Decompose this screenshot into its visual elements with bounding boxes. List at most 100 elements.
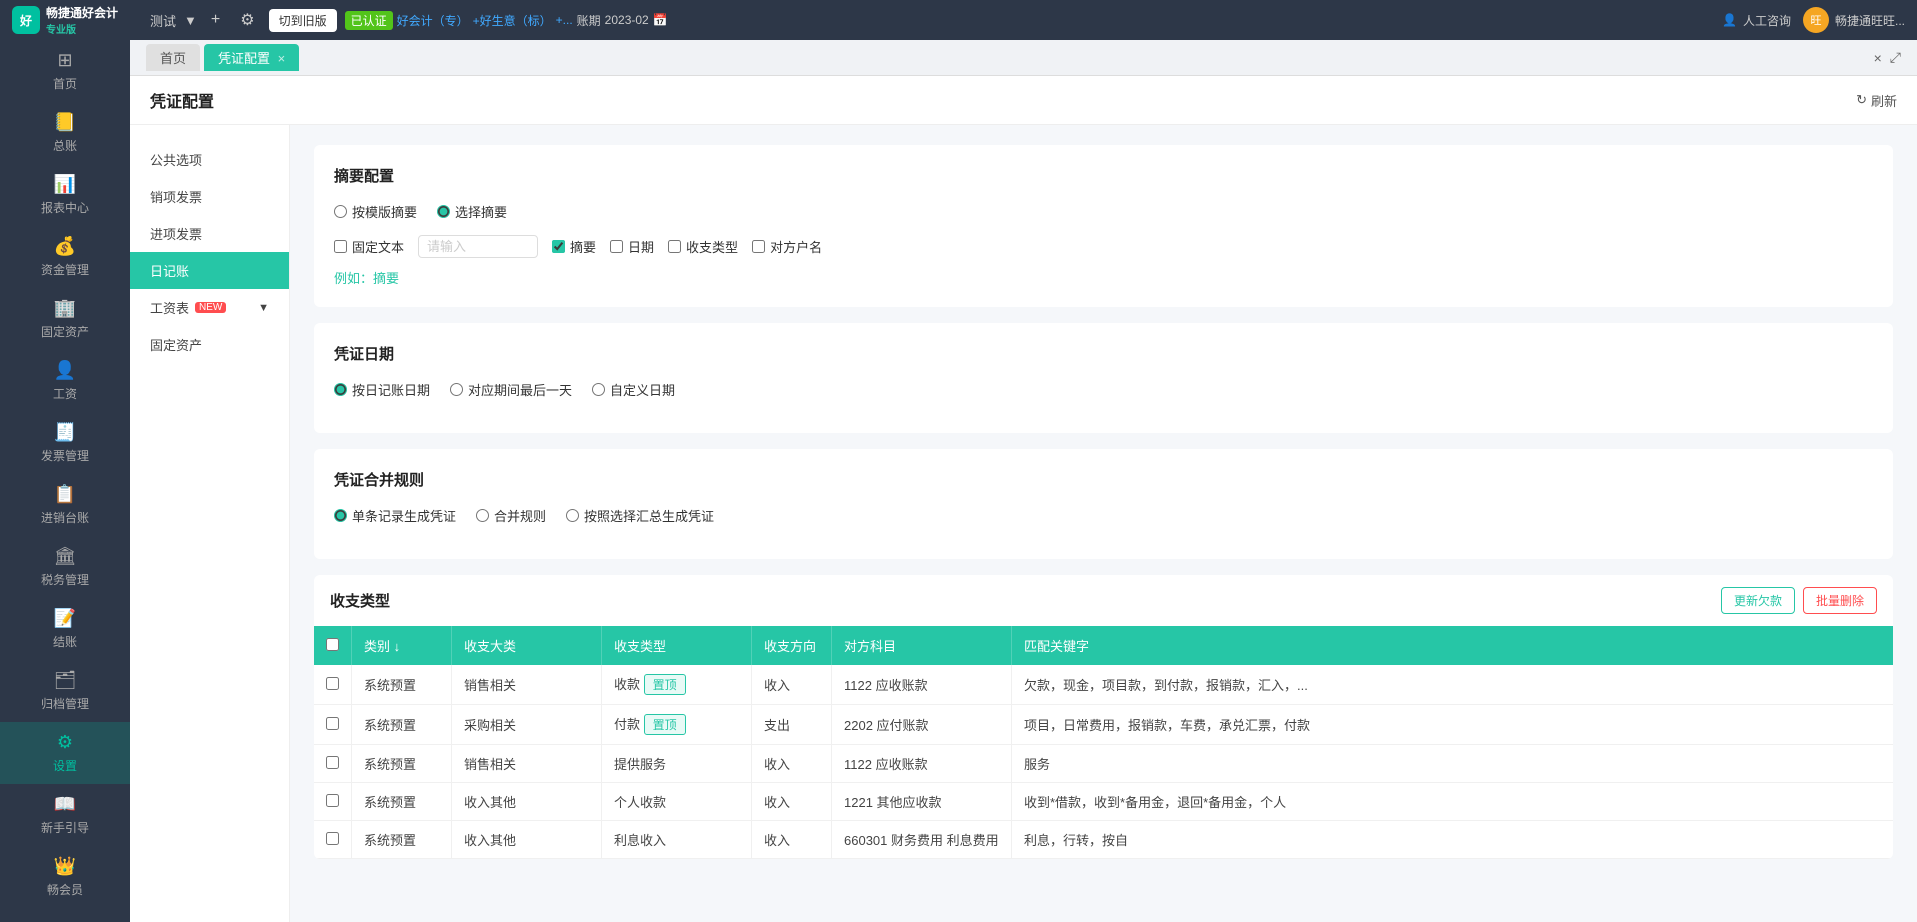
row-small-category: 利息收入: [602, 821, 752, 859]
date-radio-custom-label: 自定义日期: [610, 380, 675, 399]
row-checkbox-cell[interactable]: [314, 665, 352, 705]
row-checkbox-cell[interactable]: [314, 783, 352, 821]
nav-item-payroll[interactable]: 工资表 NEW ▼: [130, 289, 289, 326]
row-checkbox-cell[interactable]: [314, 821, 352, 859]
tab-close-icon[interactable]: ×: [278, 51, 286, 66]
merge-radio-group: 单条记录生成凭证 合并规则 按照选择汇总生成凭证: [334, 506, 1873, 525]
tab-home[interactable]: 首页: [146, 44, 200, 71]
nav-item-sales-invoice[interactable]: 销项发票: [130, 178, 289, 215]
select-all-checkbox[interactable]: [326, 638, 339, 651]
topbar: 好 畅捷通好会计 专业版 测试 ▼ + ⚙ 切到旧版 已认证 好会计（专） +好…: [0, 0, 1917, 40]
nav-item-fixed-assets[interactable]: 固定资产: [130, 326, 289, 363]
consult-label: 人工咨询: [1743, 12, 1791, 29]
merge-radio-rules[interactable]: 合并规则: [476, 506, 546, 525]
summary-checkbox-counterparty-input[interactable]: [752, 240, 765, 253]
reset-button[interactable]: 置顶: [644, 674, 686, 695]
summary-checkbox-type-input[interactable]: [668, 240, 681, 253]
row-checkbox-cell[interactable]: [314, 705, 352, 745]
sidebar-item-close[interactable]: 📝 结账: [0, 598, 130, 660]
summary-radio-select[interactable]: 选择摘要: [437, 202, 507, 221]
batch-delete-button[interactable]: 批量删除: [1803, 587, 1877, 614]
funds-icon: 💰: [54, 236, 76, 257]
logo-title: 畅捷通好会计: [46, 4, 118, 21]
settings-icon[interactable]: ⚙: [234, 8, 260, 32]
date-radio-last-day[interactable]: 对应期间最后一天: [450, 380, 572, 399]
date-radio-custom[interactable]: 自定义日期: [592, 380, 675, 399]
fixed-text-label[interactable]: 固定文本: [334, 237, 404, 256]
sidebar-item-archive[interactable]: 🗂 归档管理: [0, 660, 130, 722]
merge-radio-single-input[interactable]: [334, 509, 347, 522]
sidebar-item-assets[interactable]: 🏢 固定资产: [0, 288, 130, 350]
date-radio-custom-input[interactable]: [592, 383, 605, 396]
summary-checkbox-counterparty[interactable]: 对方户名: [752, 237, 822, 256]
date-radio-journal-input[interactable]: [334, 383, 347, 396]
consult-area[interactable]: 👤 人工咨询: [1722, 12, 1791, 29]
date-radio-journal[interactable]: 按日记账日期: [334, 380, 430, 399]
tab-voucher-config[interactable]: 凭证配置 ×: [204, 44, 299, 71]
sidebar-label-funds: 资金管理: [41, 261, 89, 278]
update-receivable-button[interactable]: 更新欠款: [1721, 587, 1795, 614]
close-period-icon: 📝: [54, 608, 76, 629]
sidebar-item-invoice[interactable]: 🧾 发票管理: [0, 412, 130, 474]
row-checkbox[interactable]: [326, 677, 339, 690]
fixed-text-label-text: 固定文本: [352, 237, 404, 256]
row-account: 1221 其他应收款: [832, 783, 1012, 821]
refresh-button[interactable]: ↻ 刷新: [1856, 91, 1897, 122]
sidebar-item-ledger[interactable]: 📒 总账: [0, 102, 130, 164]
summary-radio-select-label: 选择摘要: [455, 202, 507, 221]
sidebar-item-settings[interactable]: ⚙ 设置: [0, 722, 130, 784]
summary-checkbox-date[interactable]: 日期: [610, 237, 654, 256]
merge-radio-summary-input[interactable]: [566, 509, 579, 522]
add-button[interactable]: +: [205, 9, 226, 31]
income-expense-section: 收支类型 更新欠款 批量删除 类别 ↓ 收支大类: [314, 575, 1893, 859]
nav-item-purchase-invoice[interactable]: 进项发票: [130, 215, 289, 252]
date-radio-journal-label: 按日记账日期: [352, 380, 430, 399]
user-area[interactable]: 旺 畅捷通旺旺...: [1803, 7, 1905, 33]
sidebar-label-ledger: 总账: [53, 137, 77, 154]
nav-item-journal[interactable]: 日记账: [130, 252, 289, 289]
reset-button[interactable]: 置顶: [644, 714, 686, 735]
merge-radio-rules-input[interactable]: [476, 509, 489, 522]
sidebar-label-tax: 税务管理: [41, 571, 89, 588]
sidebar-item-home[interactable]: ⊞ 首页: [0, 40, 130, 102]
date-radio-last-day-input[interactable]: [450, 383, 463, 396]
sidebar-item-salary[interactable]: 👤 工资: [0, 350, 130, 412]
sidebar-item-funds[interactable]: 💰 资金管理: [0, 226, 130, 288]
logo-sub: 专业版: [46, 21, 118, 36]
tab-close-window-button[interactable]: ×: [1874, 49, 1882, 66]
row-checkbox[interactable]: [326, 717, 339, 730]
summary-radio-template[interactable]: 按模版摘要: [334, 202, 417, 221]
summary-checkbox-type[interactable]: 收支类型: [668, 237, 738, 256]
fixed-text-input[interactable]: [418, 235, 538, 258]
topbar-tags: 已认证 好会计（专） +好生意（标） +... 账期 2023-02 📅: [345, 11, 668, 30]
merge-radio-summary[interactable]: 按照选择汇总生成凭证: [566, 506, 714, 525]
row-checkbox[interactable]: [326, 756, 339, 769]
row-checkbox-cell[interactable]: [314, 745, 352, 783]
summary-checkbox-date-input[interactable]: [610, 240, 623, 253]
sidebar-item-guide[interactable]: 📖 新手引导: [0, 784, 130, 846]
sidebar-item-reports[interactable]: 📊 报表中心: [0, 164, 130, 226]
summary-radio-select-input[interactable]: [437, 205, 450, 218]
nav-item-public[interactable]: 公共选项: [130, 141, 289, 178]
tab-expand-button[interactable]: ⤢: [1890, 49, 1901, 66]
row-keywords: 项目，日常费用，报销款，车费，承兑汇票，付款: [1012, 705, 1894, 745]
summary-checkbox-summary[interactable]: 摘要: [552, 237, 596, 256]
summary-checkbox-summary-input[interactable]: [552, 240, 565, 253]
sidebar-item-member[interactable]: 👑 畅会员: [0, 846, 130, 908]
summary-checkbox-type-label: 收支类型: [686, 237, 738, 256]
summary-radio-template-input[interactable]: [334, 205, 347, 218]
content-area: 首页 凭证配置 × × ⤢ 凭证配置 ↻ 刷新: [130, 40, 1917, 922]
row-checkbox[interactable]: [326, 832, 339, 845]
company-dropdown-icon[interactable]: ▼: [184, 13, 197, 28]
sidebar-label-guide: 新手引导: [41, 819, 89, 836]
calendar-icon[interactable]: 📅: [653, 13, 668, 27]
merge-radio-single[interactable]: 单条记录生成凭证: [334, 506, 456, 525]
archive-icon: 🗂: [54, 670, 77, 691]
th-checkbox[interactable]: [314, 626, 352, 665]
sidebar-item-purchase[interactable]: 📋 进销台账: [0, 474, 130, 536]
sidebar-item-tax[interactable]: 🏛 税务管理: [0, 536, 130, 598]
th-small-category: 收支类型: [602, 626, 752, 665]
fixed-text-checkbox[interactable]: [334, 240, 347, 253]
row-checkbox[interactable]: [326, 794, 339, 807]
switch-version-button[interactable]: 切到旧版: [269, 9, 337, 32]
